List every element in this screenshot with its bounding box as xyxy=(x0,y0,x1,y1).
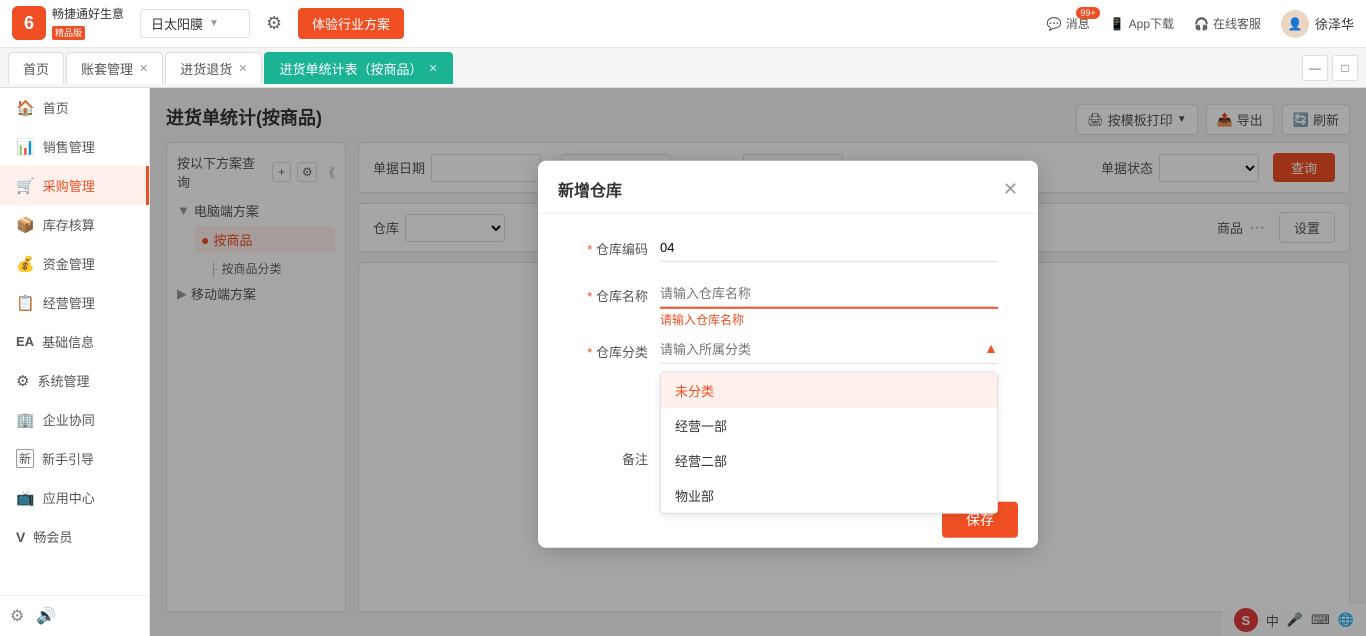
tab-purchase-return[interactable]: 进货退货 ✕ xyxy=(165,52,262,84)
modal-dialog: 新增仓库 ✕ * 仓库编码 * 仓库名称 xyxy=(538,161,1038,548)
sidebar-item-home[interactable]: 🏠 首页 xyxy=(0,88,149,127)
close-icon[interactable]: ✕ xyxy=(238,62,247,75)
dropdown-item-dept3[interactable]: 物业部 xyxy=(661,478,997,513)
sidebar-item-purchase[interactable]: 🛒 采购管理 xyxy=(0,166,149,205)
sidebar-item-basic[interactable]: EA 基础信息 xyxy=(0,322,149,361)
message-icon: 💬 xyxy=(1047,17,1062,31)
content-area: 进货单统计(按商品) 🖨 按模板打印 ▼ 📤 导出 🔄 刷新 按以下方案查询 xyxy=(150,88,1366,636)
home-icon: 🏠 xyxy=(16,99,35,117)
modal-row-category: * 仓库分类 ▲ 未分类 经营一部 经营二部 物业部 xyxy=(578,336,998,364)
dropdown-item-unclassified[interactable]: 未分类 xyxy=(661,373,997,408)
logo-text: 畅捷通好生意 精品版 xyxy=(52,6,124,41)
settings-icon[interactable]: ⚙ xyxy=(258,8,290,40)
sidebar-item-operation[interactable]: 📋 经营管理 xyxy=(0,283,149,322)
modal-close-icon[interactable]: ✕ xyxy=(1003,178,1018,199)
message-item[interactable]: 💬 消息 99+ xyxy=(1047,15,1090,32)
note-label: 备注 xyxy=(578,448,648,467)
code-input[interactable] xyxy=(660,234,998,262)
guide-icon: 新 xyxy=(16,449,34,468)
operation-icon: 📋 xyxy=(16,294,35,312)
category-arrow-btn[interactable]: ▲ xyxy=(984,340,998,356)
basic-icon: EA xyxy=(16,334,34,349)
modal-row-code: * 仓库编码 xyxy=(578,234,998,262)
category-dropdown-wrapper: ▲ 未分类 经营一部 经营二部 物业部 xyxy=(660,336,998,364)
sidebar-item-sales[interactable]: 📊 销售管理 xyxy=(0,127,149,166)
tabbar: 首页 账套管理 ✕ 进货退货 ✕ 进货单统计表（按商品） ✕ — □ xyxy=(0,48,1366,88)
modal-title: 新增仓库 xyxy=(558,177,622,201)
sidebar-item-member[interactable]: V 畅会员 xyxy=(0,517,149,556)
category-label: * 仓库分类 xyxy=(578,336,648,361)
topbar: 6 畅捷通好生意 精品版 日太阳膜 ▼ ⚙ 体验行业方案 💬 消息 99+ 📱 … xyxy=(0,0,1366,48)
name-input-wrapper: 请输入仓库名称 xyxy=(660,280,998,328)
sidebar-item-enterprise[interactable]: 🏢 企业协同 xyxy=(0,400,149,439)
phone-icon: 📱 xyxy=(1110,17,1125,31)
tab-home[interactable]: 首页 xyxy=(8,52,64,84)
app-center-icon: 📺 xyxy=(16,489,35,507)
sidebar: 🏠 首页 📊 销售管理 🛒 采购管理 📦 库存核算 💰 资金管理 📋 经营管理 … xyxy=(0,88,150,636)
experience-button[interactable]: 体验行业方案 xyxy=(298,8,404,39)
sidebar-item-system[interactable]: ⚙ 系统管理 xyxy=(0,361,149,400)
app-download-item[interactable]: 📱 App下载 xyxy=(1110,15,1174,32)
modal-row-name: * 仓库名称 请输入仓库名称 xyxy=(578,280,998,328)
chevron-down-icon: ▼ xyxy=(209,18,219,29)
modal-header: 新增仓库 ✕ xyxy=(538,161,1038,214)
member-icon: V xyxy=(16,529,25,545)
name-label: * 仓库名称 xyxy=(578,280,648,305)
required-star: * xyxy=(587,345,592,360)
close-icon[interactable]: ✕ xyxy=(139,62,148,75)
name-input[interactable] xyxy=(660,280,998,309)
logo-area: 6 畅捷通好生意 精品版 xyxy=(12,6,124,41)
tab-maximize-btn[interactable]: □ xyxy=(1332,55,1358,81)
sidebar-bottom: ⚙ 🔊 xyxy=(0,595,149,636)
message-badge: 99+ xyxy=(1076,7,1099,19)
dropdown-item-dept1[interactable]: 经营一部 xyxy=(661,408,997,443)
tab-account[interactable]: 账套管理 ✕ xyxy=(66,52,163,84)
inventory-icon: 📦 xyxy=(16,216,35,234)
headphone-icon: 🎧 xyxy=(1194,17,1209,31)
sidebar-item-finance[interactable]: 💰 资金管理 xyxy=(0,244,149,283)
store-selector[interactable]: 日太阳膜 ▼ xyxy=(140,9,250,38)
main-layout: 🏠 首页 📊 销售管理 🛒 采购管理 📦 库存核算 💰 资金管理 📋 经营管理 … xyxy=(0,88,1366,636)
sidebar-audio-icon[interactable]: 🔊 xyxy=(36,606,56,626)
tabbar-actions: — □ xyxy=(1302,55,1358,81)
topbar-right: 💬 消息 99+ 📱 App下载 🎧 在线客服 👤 徐泽华 xyxy=(1047,10,1354,38)
tab-minimize-btn[interactable]: — xyxy=(1302,55,1328,81)
sidebar-item-inventory[interactable]: 📦 库存核算 xyxy=(0,205,149,244)
user-area[interactable]: 👤 徐泽华 xyxy=(1281,10,1354,38)
system-icon: ⚙ xyxy=(16,372,29,390)
sidebar-item-guide[interactable]: 新 新手引导 xyxy=(0,439,149,478)
sidebar-item-app-center[interactable]: 📺 应用中心 xyxy=(0,478,149,517)
category-input[interactable] xyxy=(660,336,998,364)
sidebar-settings-icon[interactable]: ⚙ xyxy=(10,606,24,626)
required-star: * xyxy=(587,241,592,256)
online-service-item[interactable]: 🎧 在线客服 xyxy=(1194,15,1261,32)
logo-icon: 6 xyxy=(12,6,46,40)
finance-icon: 💰 xyxy=(16,255,35,273)
close-icon[interactable]: ✕ xyxy=(429,62,438,75)
required-star: * xyxy=(587,289,592,304)
code-label: * 仓库编码 xyxy=(578,238,648,257)
name-error-msg: 请输入仓库名称 xyxy=(660,311,998,328)
tab-purchase-stat[interactable]: 进货单统计表（按商品） ✕ xyxy=(264,52,452,84)
purchase-icon: 🛒 xyxy=(16,177,35,195)
category-dropdown-list: 未分类 经营一部 经营二部 物业部 xyxy=(660,372,998,514)
enterprise-icon: 🏢 xyxy=(16,411,35,429)
avatar: 👤 xyxy=(1281,10,1309,38)
dropdown-item-dept2[interactable]: 经营二部 xyxy=(661,443,997,478)
modal-body: * 仓库编码 * 仓库名称 请输入仓库名称 xyxy=(538,214,1038,492)
sales-icon: 📊 xyxy=(16,138,35,156)
